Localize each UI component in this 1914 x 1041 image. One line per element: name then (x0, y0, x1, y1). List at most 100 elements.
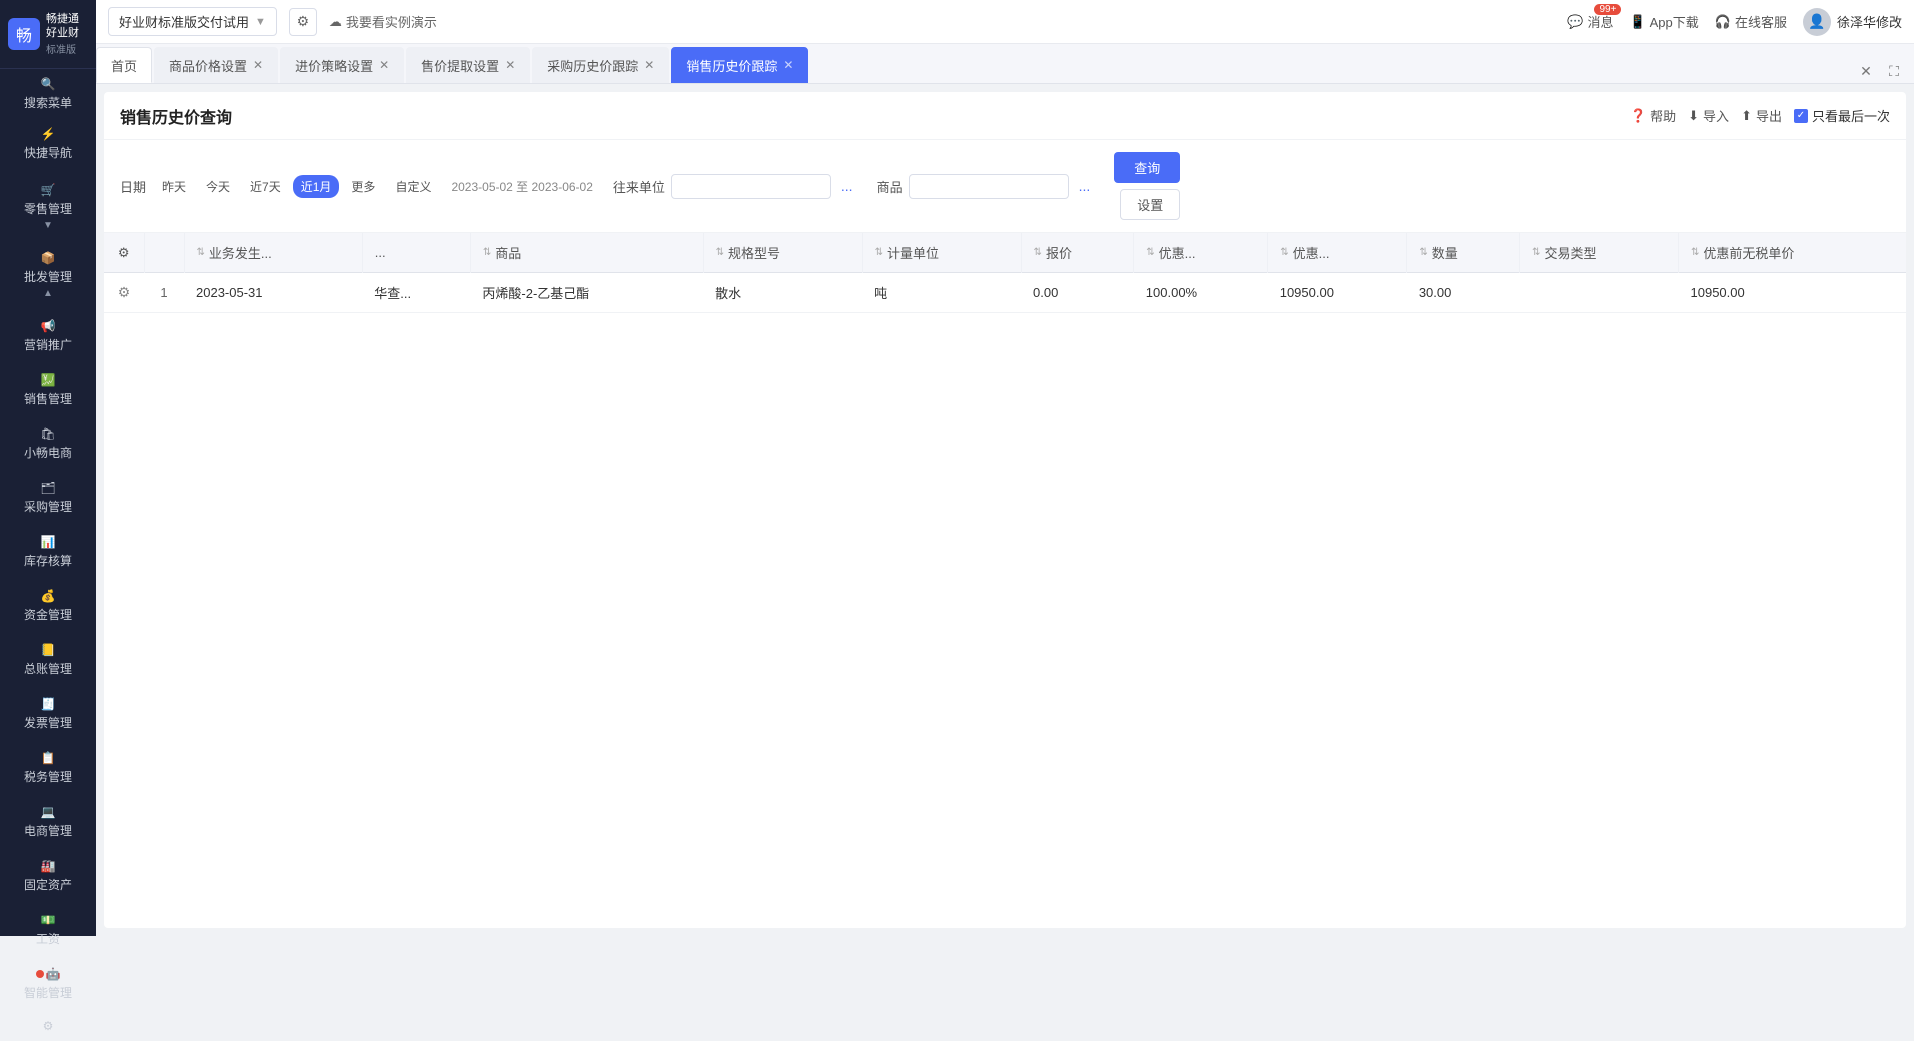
tab-purchase-history-close-icon[interactable]: ✕ (644, 58, 654, 72)
online-service-button[interactable]: 🎧 在线客服 (1715, 12, 1787, 31)
export-label: 导出 (1756, 106, 1782, 125)
messages-button[interactable]: 💬 消息 99+ (1567, 12, 1613, 31)
sidebar-item-retail[interactable]: 🛒 零售管理 ▼ (0, 173, 96, 241)
column-trans-type-label: 交易类型 (1544, 243, 1596, 262)
query-button[interactable]: 查询 (1114, 152, 1180, 183)
product-more-button[interactable]: ... (1075, 178, 1095, 194)
gear-icon: ⚙ (297, 13, 310, 30)
row-gear-icon[interactable]: ⚙ (118, 284, 131, 300)
help-button[interactable]: ❓ 帮助 (1630, 106, 1676, 125)
price-sort-icon[interactable]: ⇅ (1034, 247, 1042, 258)
tab-expand-button[interactable]: ⛶ (1882, 59, 1906, 83)
discount2-sort-icon[interactable]: ⇅ (1280, 247, 1288, 258)
sidebar-item-ecommerce[interactable]: 💻 电商管理 (0, 795, 96, 849)
product-filter-group: 商品 ... (877, 174, 1095, 199)
tab-home[interactable]: 首页 (96, 47, 152, 83)
sidebar-item-search[interactable]: 🔍 搜索菜单 (0, 69, 96, 119)
import-label: 导入 (1703, 106, 1729, 125)
date-option-today[interactable]: 今天 (198, 175, 238, 198)
inventory-icon: 📊 (41, 535, 56, 549)
date-option-yesterday[interactable]: 昨天 (154, 175, 194, 198)
qty-sort-icon[interactable]: ⇅ (1419, 247, 1427, 258)
tab-sale-history-close-icon[interactable]: ✕ (783, 58, 793, 72)
row-unit-cell: 吨 (862, 273, 1021, 313)
tab-price-strategy[interactable]: 进价策略设置 ✕ (280, 47, 404, 83)
tab-sale-price-close-icon[interactable]: ✕ (505, 58, 515, 72)
date-range-display: 2023-05-02 至 2023-06-02 (451, 178, 592, 195)
sidebar-item-quicknav[interactable]: ⚡ 快捷导航 (0, 119, 96, 169)
import-button[interactable]: ⬇ 导入 (1688, 106, 1729, 125)
sidebar-item-smart[interactable]: 🤖 智能管理 (0, 957, 96, 1011)
export-button[interactable]: ⬆ 导出 (1741, 106, 1782, 125)
sidebar-item-ecommerce-small[interactable]: 🛍 小畅电商 (0, 417, 96, 471)
tab-product-price-close-icon[interactable]: ✕ (253, 58, 263, 72)
discount1-sort-icon[interactable]: ⇅ (1146, 247, 1154, 258)
app-download-button[interactable]: 📱 App下载 (1629, 12, 1698, 31)
date-option-more[interactable]: 更多 (343, 175, 383, 198)
pretax-price-sort-icon[interactable]: ⇅ (1691, 247, 1699, 258)
wholesale-collapse-icon: ▲ (43, 288, 53, 299)
user-info[interactable]: 👤 徐泽华修改 (1803, 8, 1902, 36)
purchase-icon: 🗂 (40, 481, 55, 495)
tab-purchase-history-label: 采购历史价跟踪 (547, 56, 638, 75)
tab-close-all-button[interactable]: ✕ (1854, 59, 1878, 83)
unit-sort-icon[interactable]: ⇅ (875, 247, 883, 258)
wholesale-icon: 📦 (41, 251, 56, 265)
tab-sale-history-label: 销售历史价跟踪 (686, 56, 777, 75)
sidebar-item-sales-label: 销售管理 (24, 390, 72, 407)
tab-home-label: 首页 (111, 56, 137, 75)
sidebar-item-wholesale-label: 批发管理 (24, 268, 72, 285)
date-option-last7days[interactable]: 近7天 (242, 175, 289, 198)
source-unit-more-button[interactable]: ... (837, 178, 857, 194)
column-price-label: 报价 (1046, 243, 1072, 262)
tab-price-strategy-close-icon[interactable]: ✕ (379, 58, 389, 72)
tab-sale-price[interactable]: 售价提取设置 ✕ (406, 47, 530, 83)
source-unit-filter-group: 往来单位 ... (613, 174, 857, 199)
ecommerce-icon: 💻 (41, 805, 56, 819)
sidebar-item-invoice[interactable]: 🧾 发票管理 (0, 687, 96, 741)
tab-sale-history[interactable]: 销售历史价跟踪 ✕ (671, 47, 808, 83)
sidebar-item-tax[interactable]: 📋 税务管理 (0, 741, 96, 795)
tab-product-price[interactable]: 商品价格设置 ✕ (154, 47, 278, 83)
sidebar-item-finance-label: 资金管理 (24, 606, 72, 623)
row-discount2-cell: 10950.00 (1268, 273, 1407, 313)
sidebar-item-ledger[interactable]: 📒 总账管理 (0, 633, 96, 687)
sidebar-item-inventory[interactable]: 📊 库存核算 (0, 525, 96, 579)
sidebar-item-settings[interactable]: ⚙ (0, 1011, 96, 1041)
sidebar-item-retail-label: 零售管理 (24, 200, 72, 217)
product-input[interactable] (909, 174, 1069, 199)
column-gear: ⚙ (104, 233, 144, 273)
sidebar-item-marketing-label: 营销推广 (24, 336, 72, 353)
source-unit-input[interactable] (671, 174, 831, 199)
help-icon: ❓ (1630, 108, 1646, 124)
avatar: 👤 (1803, 8, 1831, 36)
product-sort-icon[interactable]: ⇅ (483, 247, 491, 258)
filter-settings-button[interactable]: 设置 (1120, 189, 1180, 220)
sidebar-item-marketing[interactable]: 📢 营销推广 (0, 309, 96, 363)
date-option-custom[interactable]: 自定义 (387, 175, 439, 198)
demo-link-label: 我要看实例演示 (346, 12, 437, 31)
sidebar-item-purchase[interactable]: 🗂 采购管理 (0, 471, 96, 525)
messages-badge: 99+ (1594, 4, 1621, 15)
version-selector[interactable]: 好业财标准版交付试用 ▼ (108, 7, 277, 36)
date-option-last1month[interactable]: 近1月 (293, 175, 340, 198)
spec-sort-icon[interactable]: ⇅ (716, 247, 724, 258)
demo-link[interactable]: ☁ 我要看实例演示 (329, 12, 437, 31)
header-settings-button[interactable]: ⚙ (289, 8, 317, 36)
assets-icon: 🏭 (41, 859, 56, 873)
last-only-checkbox-label[interactable]: ✓ 只看最后一次 (1794, 106, 1890, 125)
settings-gear-icon: ⚙ (43, 1019, 54, 1033)
column-discount1-label: 优惠... (1159, 243, 1196, 262)
sidebar-item-assets[interactable]: 🏭 固定资产 (0, 849, 96, 903)
sidebar-item-wholesale[interactable]: 📦 批发管理 ▲ (0, 241, 96, 309)
column-product: ⇅ 商品 (470, 233, 703, 273)
trans-type-sort-icon[interactable]: ⇅ (1532, 247, 1540, 258)
tab-purchase-history[interactable]: 采购历史价跟踪 ✕ (532, 47, 669, 83)
date-sort-icon[interactable]: ⇅ (197, 247, 205, 258)
column-discount1: ⇅ 优惠... (1134, 233, 1268, 273)
sidebar-item-sales[interactable]: 💹 销售管理 (0, 363, 96, 417)
sidebar-item-payroll[interactable]: 💵 工资 (0, 903, 96, 957)
column-discount2-label: 优惠... (1293, 243, 1330, 262)
sidebar-item-finance[interactable]: 💰 资金管理 (0, 579, 96, 633)
gear-icon[interactable]: ⚙ (118, 245, 130, 260)
